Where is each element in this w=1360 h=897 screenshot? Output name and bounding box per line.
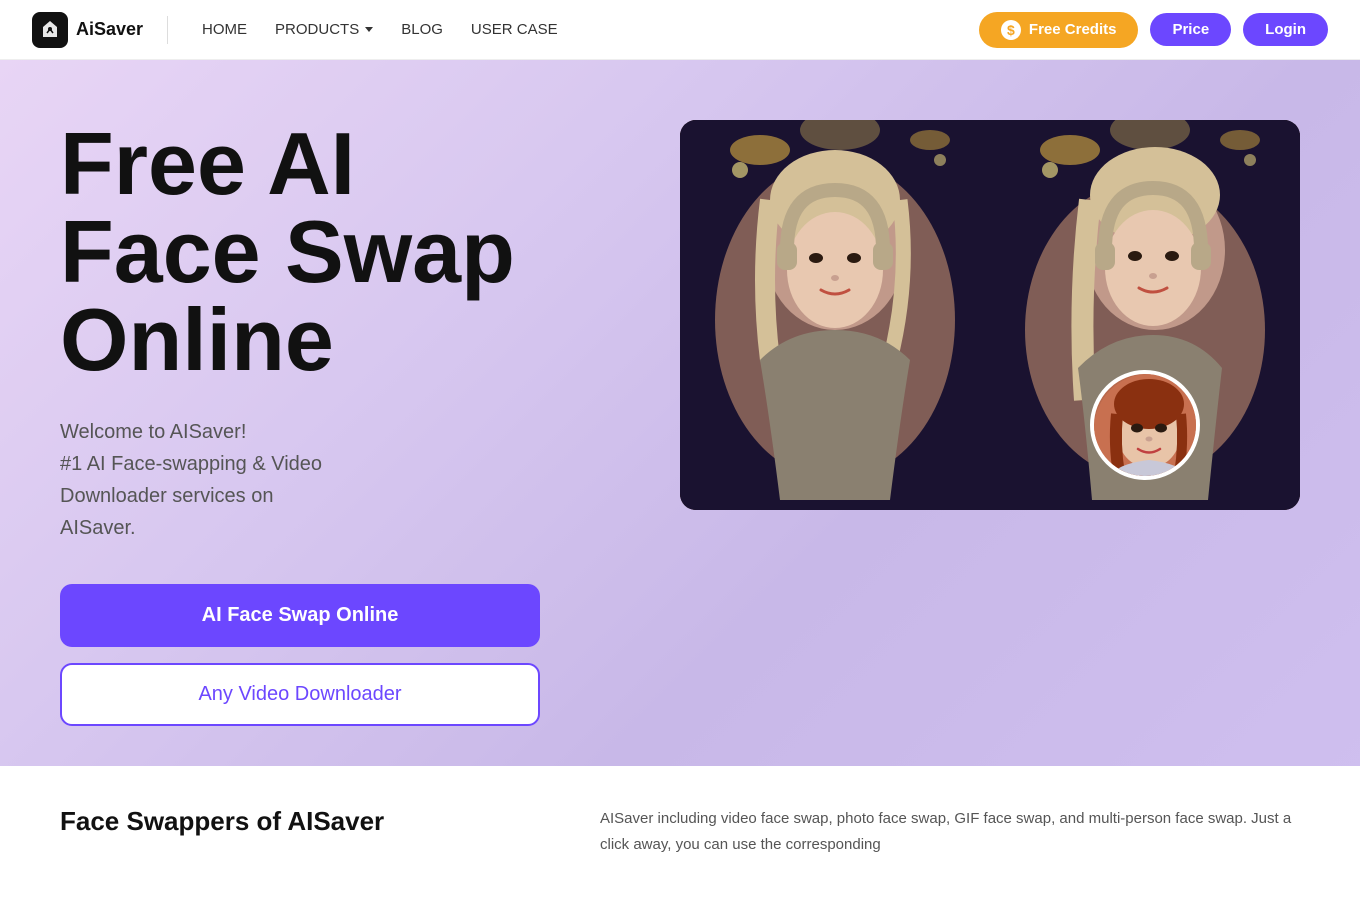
- bottom-title: Face Swappers of AISaver: [60, 806, 560, 837]
- nav-home[interactable]: HOME: [192, 15, 257, 44]
- nav-products[interactable]: PRODUCTS: [265, 15, 383, 44]
- logo-icon: [32, 12, 68, 48]
- coin-icon: $: [1001, 20, 1021, 40]
- products-dropdown-icon: [365, 27, 373, 32]
- price-button[interactable]: Price: [1150, 13, 1231, 46]
- login-button[interactable]: Login: [1243, 13, 1328, 46]
- hero-right: [680, 120, 1300, 510]
- nav-blog[interactable]: BLOG: [391, 15, 453, 44]
- nav-links: HOME PRODUCTS BLOG USER CASE: [192, 15, 979, 44]
- hero-subtitle: Welcome to AISaver! #1 AI Face-swapping …: [60, 416, 640, 544]
- hero-buttons: AI Face Swap Online Any Video Downloader: [60, 584, 540, 726]
- nav-divider: [167, 16, 168, 44]
- hero-left: Free AI Face Swap Online Welcome to AISa…: [60, 120, 640, 726]
- hero-bottom-right: AISaver including video face swap, photo…: [600, 806, 1300, 857]
- hero-image: [680, 120, 1300, 510]
- nav-right: $ Free Credits Price Login: [979, 12, 1328, 48]
- nav-user-case[interactable]: USER CASE: [461, 15, 568, 44]
- hero-image-right: [990, 120, 1300, 510]
- hero-title: Free AI Face Swap Online: [60, 120, 640, 384]
- hero-image-left: [680, 120, 990, 510]
- hero-bottom: Face Swappers of AISaver AISaver includi…: [0, 766, 1360, 897]
- logo-link[interactable]: AiSaver: [32, 12, 143, 48]
- bottom-description: AISaver including video face swap, photo…: [600, 806, 1300, 857]
- face-swap-button[interactable]: AI Face Swap Online: [60, 584, 540, 647]
- hero-content: Free AI Face Swap Online Welcome to AISa…: [0, 60, 1360, 766]
- navbar: AiSaver HOME PRODUCTS BLOG USER CASE $ F…: [0, 0, 1360, 60]
- hero-section: Free AI Face Swap Online Welcome to AISa…: [0, 60, 1360, 897]
- hero-bottom-left: Face Swappers of AISaver: [60, 806, 560, 857]
- free-credits-button[interactable]: $ Free Credits: [979, 12, 1139, 48]
- portrait-svg-left: [680, 120, 990, 510]
- video-downloader-button[interactable]: Any Video Downloader: [60, 663, 540, 726]
- logo-text: AiSaver: [76, 19, 143, 40]
- face-swap-circle: [1090, 370, 1200, 480]
